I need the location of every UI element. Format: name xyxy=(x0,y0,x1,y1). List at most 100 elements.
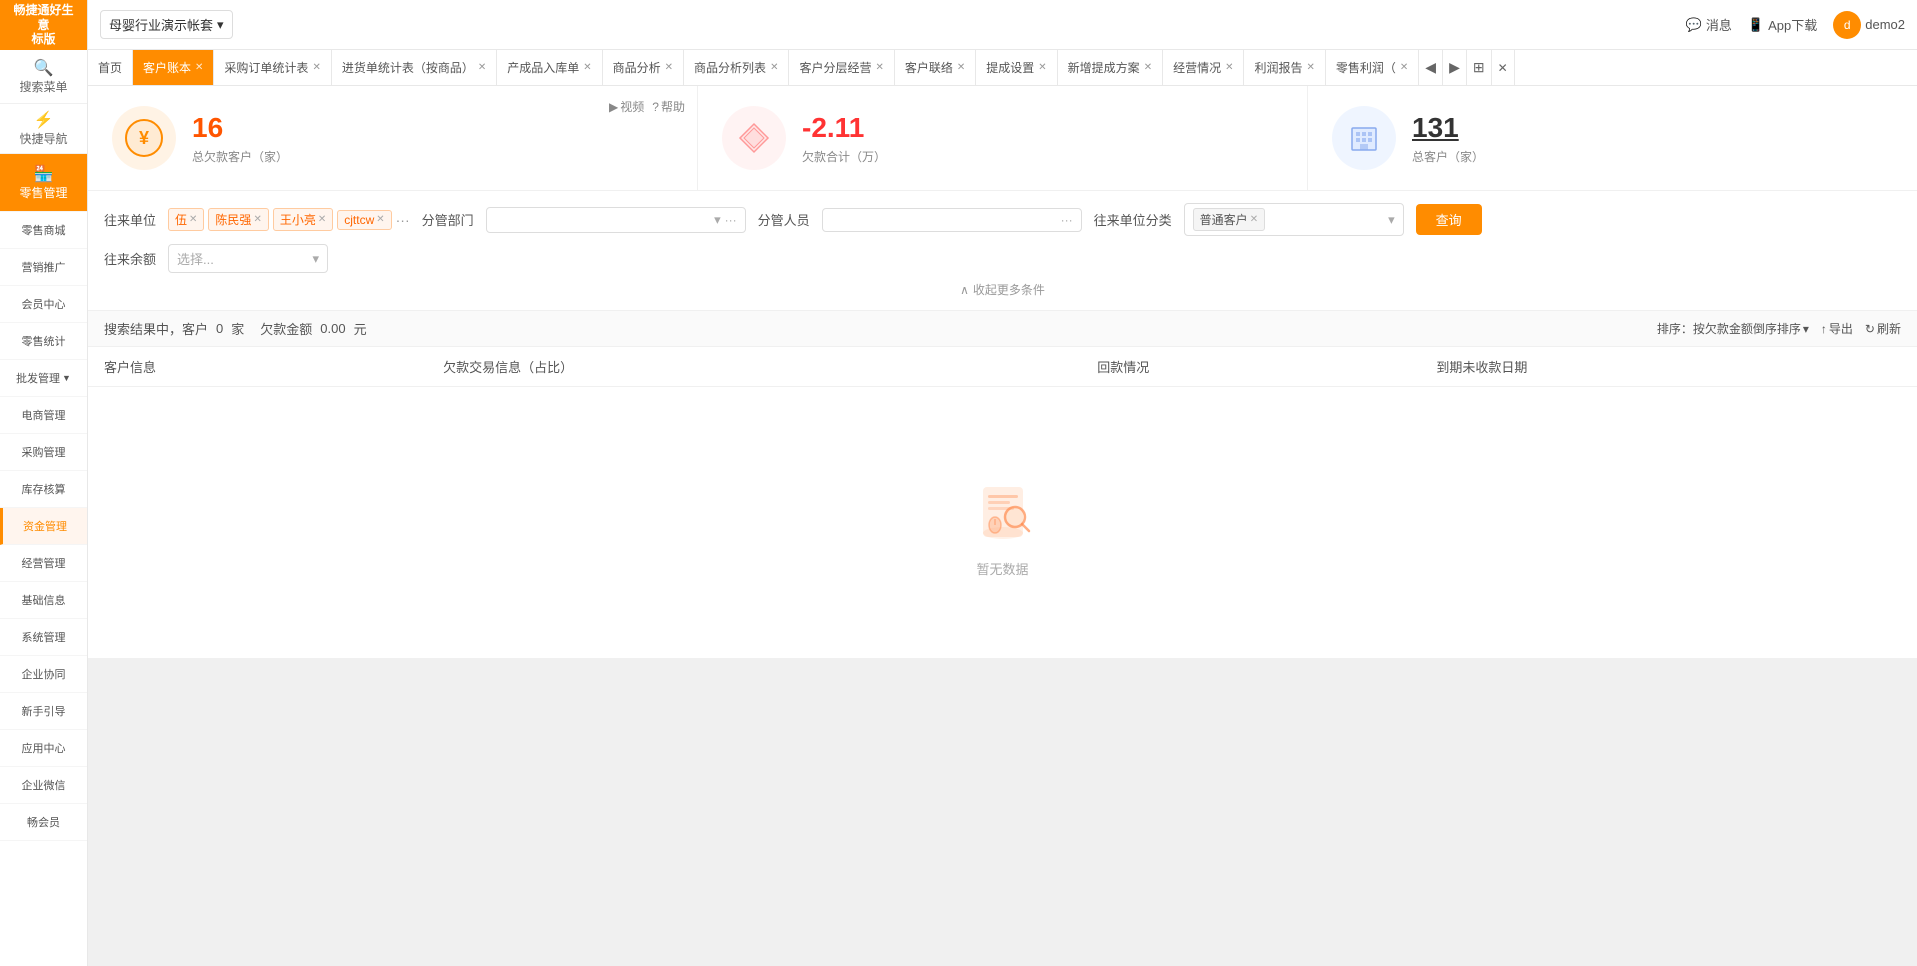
export-button[interactable]: ↑ 导出 xyxy=(1821,320,1853,337)
tab-retail-profit[interactable]: 零售利润（ ✕ xyxy=(1326,50,1419,86)
close-tag-wu[interactable]: ✕ xyxy=(189,214,197,225)
sort-select[interactable]: 排序：按欠款金额倒序排序 ▾ xyxy=(1657,320,1809,337)
sidebar-item-members[interactable]: 会员中心 xyxy=(0,286,87,323)
topbar-right: 💬 消息 📱 App下载 d demo2 xyxy=(1686,11,1905,39)
download-icon: 📱 xyxy=(1748,17,1764,33)
tab-close-add-promotion[interactable]: ✕ xyxy=(1144,62,1152,73)
sidebar-item-search[interactable]: 🔍 搜索菜单 xyxy=(0,50,87,104)
source-category-select[interactable]: 普通客户 ✕ ▾ xyxy=(1184,203,1404,236)
tab-accounts[interactable]: 客户账本 ✕ xyxy=(133,50,214,86)
page-content: ¥ 16 总欠款客户（家） ▶ 视频 xyxy=(88,86,1917,658)
tab-close-operations[interactable]: ✕ xyxy=(1225,62,1233,73)
tab-home[interactable]: 首页 xyxy=(88,50,133,86)
tab-nav-left[interactable]: ◀ xyxy=(1419,50,1443,86)
filter-tag-wu[interactable]: 伍 ✕ xyxy=(168,208,204,231)
app-download-button[interactable]: 📱 App下载 xyxy=(1748,15,1817,34)
close-category-normal[interactable]: ✕ xyxy=(1250,214,1258,225)
sidebar-item-retail-mgmt[interactable]: 🏪 零售管理 xyxy=(0,154,87,212)
chevron-down-icon: ▾ xyxy=(217,17,224,33)
sidebar-item-new-guide[interactable]: 新手引导 xyxy=(0,693,87,730)
sidebar-item-ecommerce[interactable]: 电商管理 xyxy=(0,397,87,434)
refresh-button[interactable]: ↻ 刷新 xyxy=(1865,320,1901,337)
tab-promotion-settings[interactable]: 提成设置 ✕ xyxy=(976,50,1057,86)
close-tag-cjttcw[interactable]: ✕ xyxy=(376,214,384,225)
table-head: 客户信息 欠款交易信息（占比） 回款情况 到期未收款日期 xyxy=(88,347,1917,387)
sidebar-item-retail-mall[interactable]: 零售商城 xyxy=(0,212,87,249)
sidebar-item-retail-stats[interactable]: 零售统计 xyxy=(0,323,87,360)
sidebar-item-app-center[interactable]: 应用中心 xyxy=(0,730,87,767)
tab-product-inbound[interactable]: 产成品入库单 ✕ xyxy=(497,50,602,86)
tab-close-product-analysis[interactable]: ✕ xyxy=(665,62,673,73)
search-summary-right: 排序：按欠款金额倒序排序 ▾ ↑ 导出 ↻ 刷新 xyxy=(1657,320,1901,337)
remainder-label: 往来余额 xyxy=(104,249,156,268)
tab-purchase-stats[interactable]: 进货单统计表（按商品） ✕ xyxy=(332,50,497,86)
sidebar-item-finance[interactable]: 资金管理 xyxy=(0,508,87,545)
stat-card-credit-amount: -2.11 欠款合计（万） xyxy=(698,86,1308,190)
account-dropdown[interactable]: 母婴行业演示帐套 ▾ xyxy=(100,10,233,39)
sidebar-item-system[interactable]: 系统管理 xyxy=(0,619,87,656)
sidebar-item-enterprise-wechat[interactable]: 企业微信 xyxy=(0,767,87,804)
sidebar-item-operations-mgmt[interactable]: 经营管理 xyxy=(0,545,87,582)
tab-close-promotion-settings[interactable]: ✕ xyxy=(1038,62,1046,73)
sidebar-item-quick-nav[interactable]: ⚡ 快捷导航 xyxy=(0,104,87,154)
collapse-button[interactable]: ∧ 收起更多条件 xyxy=(960,281,1045,298)
messages-button[interactable]: 💬 消息 xyxy=(1686,15,1732,34)
tab-add-promotion[interactable]: 新增提成方案 ✕ xyxy=(1058,50,1163,86)
tab-close-purchase-stats[interactable]: ✕ xyxy=(478,62,486,73)
tab-profit-report[interactable]: 利润报告 ✕ xyxy=(1244,50,1325,86)
tab-close-product-inbound[interactable]: ✕ xyxy=(583,62,591,73)
tab-operations[interactable]: 经营情况 ✕ xyxy=(1163,50,1244,86)
tab-close-retail-profit[interactable]: ✕ xyxy=(1400,62,1408,73)
filter-tag-cjttcw[interactable]: cjttcw ✕ xyxy=(337,210,391,230)
tab-customer-segment[interactable]: 客户分层经营 ✕ xyxy=(789,50,894,86)
tab-product-analysis[interactable]: 商品分析 ✕ xyxy=(603,50,684,86)
close-tag-wang[interactable]: ✕ xyxy=(318,214,326,225)
video-icon: ▶ xyxy=(609,100,618,114)
video-link[interactable]: ▶ 视频 xyxy=(609,98,644,115)
filter-row-1: 往来单位 伍 ✕ 陈民强 ✕ 王小亮 xyxy=(104,203,1901,236)
category-tag-normal[interactable]: 普通客户 ✕ xyxy=(1193,208,1265,231)
stat-value-total-customers: 131 xyxy=(1412,112,1484,144)
tab-product-analysis-list[interactable]: 商品分析列表 ✕ xyxy=(684,50,789,86)
avatar: d xyxy=(1833,11,1861,39)
svg-text:¥: ¥ xyxy=(139,128,149,148)
tab-nav-collapse[interactable]: ⊞ xyxy=(1467,50,1492,86)
search-summary-left: 搜索结果中，客户 0 家 欠款金额 0.00 元 xyxy=(104,319,367,338)
tab-customer-contact[interactable]: 客户联络 ✕ xyxy=(895,50,976,86)
source-unit-tags: 伍 ✕ 陈民强 ✕ 王小亮 ✕ xyxy=(168,208,410,231)
tab-close-product-analysis-list[interactable]: ✕ xyxy=(770,62,778,73)
tab-close-profit-report[interactable]: ✕ xyxy=(1307,62,1315,73)
remainder-select[interactable]: 选择... ▾ xyxy=(168,244,328,273)
sidebar-item-wholesale-mgmt[interactable]: 批发管理 ▼ xyxy=(0,360,87,397)
source-category-arrow: ▾ xyxy=(1388,212,1395,228)
branch-person-select[interactable]: ··· xyxy=(822,208,1082,232)
sidebar-item-purchase[interactable]: 采购管理 xyxy=(0,434,87,471)
tab-purchase-orders[interactable]: 采购订单统计表 ✕ xyxy=(214,50,331,86)
tab-close-customer-contact[interactable]: ✕ xyxy=(957,62,965,73)
stat-info-credit-customers: 16 总欠款客户（家） xyxy=(192,112,288,165)
sidebar-item-enterprise[interactable]: 企业协同 xyxy=(0,656,87,693)
sidebar-item-vip-member[interactable]: 畅会员 xyxy=(0,804,87,841)
filter-tag-wang[interactable]: 王小亮 ✕ xyxy=(273,208,333,231)
filter-tags-more[interactable]: ··· xyxy=(396,212,410,228)
close-tag-chen[interactable]: ✕ xyxy=(253,214,261,225)
export-icon: ↑ xyxy=(1821,322,1827,336)
main-area: 母婴行业演示帐套 ▾ 💬 消息 📱 App下载 d demo2 xyxy=(88,0,1917,966)
diamond-icon xyxy=(722,106,786,170)
tab-close-purchase-orders[interactable]: ✕ xyxy=(312,62,320,73)
sidebar: 畅捷通好生意 标版 🔍 搜索菜单 ⚡ 快捷导航 🏪 零售管理 零售商城 营销推广… xyxy=(0,0,88,966)
sidebar-item-basic-info[interactable]: 基础信息 xyxy=(0,582,87,619)
search-prefix: 搜索结果中，客户 xyxy=(104,319,208,338)
user-menu[interactable]: d demo2 xyxy=(1833,11,1905,39)
app-logo: 畅捷通好生意 标版 xyxy=(0,0,87,50)
tab-nav-right[interactable]: ▶ xyxy=(1443,50,1467,86)
tab-close-customer-segment[interactable]: ✕ xyxy=(875,62,883,73)
sidebar-item-marketing[interactable]: 营销推广 xyxy=(0,249,87,286)
branch-dept-select[interactable]: ▾ ··· xyxy=(486,207,746,233)
filter-tag-chen[interactable]: 陈民强 ✕ xyxy=(208,208,268,231)
sidebar-item-inventory[interactable]: 库存核算 xyxy=(0,471,87,508)
tab-close-accounts[interactable]: ✕ xyxy=(195,62,203,73)
query-button[interactable]: 查询 xyxy=(1416,204,1482,235)
help-link[interactable]: ? 帮助 xyxy=(652,98,685,115)
tab-nav-close-all[interactable]: ✕ xyxy=(1492,50,1515,86)
